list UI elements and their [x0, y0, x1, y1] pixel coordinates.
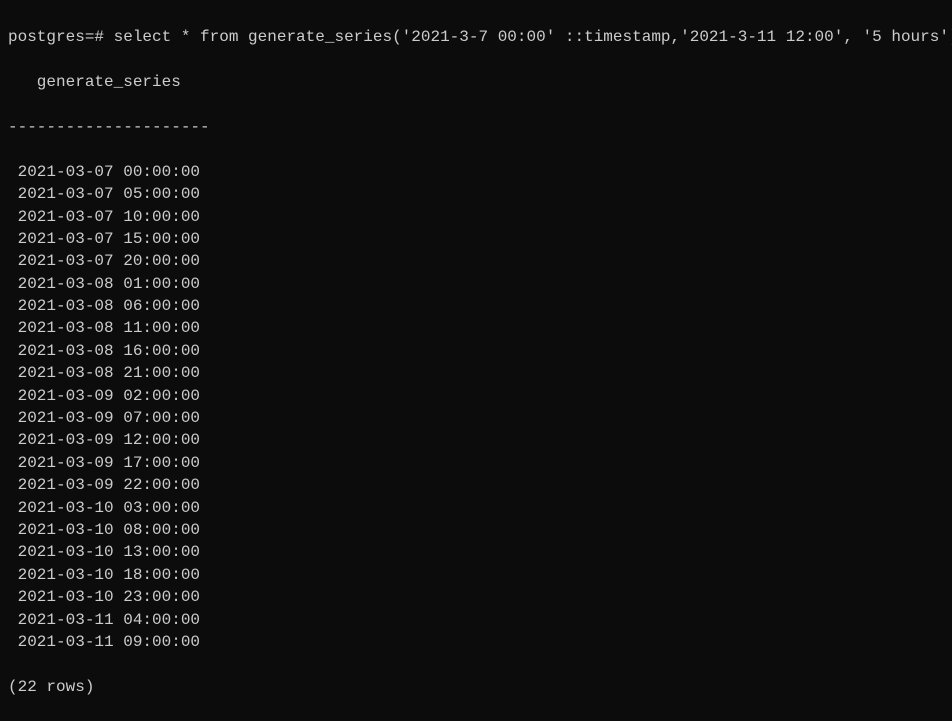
result-row: 2021-03-08 21:00:00	[8, 362, 944, 384]
command-line: postgres=# select * from generate_series…	[8, 26, 944, 48]
result-row: 2021-03-10 23:00:00	[8, 586, 944, 608]
prompt: postgres=#	[8, 28, 114, 46]
result-row: 2021-03-11 09:00:00	[8, 631, 944, 653]
result-row: 2021-03-09 02:00:00	[8, 385, 944, 407]
separator: ---------------------	[8, 116, 944, 138]
result-row: 2021-03-07 10:00:00	[8, 206, 944, 228]
result-row: 2021-03-10 13:00:00	[8, 541, 944, 563]
row-count: (22 rows)	[8, 676, 944, 698]
result-row: 2021-03-09 17:00:00	[8, 452, 944, 474]
result-row: 2021-03-09 22:00:00	[8, 474, 944, 496]
result-row: 2021-03-09 07:00:00	[8, 407, 944, 429]
result-row: 2021-03-08 01:00:00	[8, 273, 944, 295]
result-row: 2021-03-08 06:00:00	[8, 295, 944, 317]
result-row: 2021-03-07 05:00:00	[8, 183, 944, 205]
terminal-output[interactable]: postgres=# select * from generate_series…	[8, 4, 944, 721]
result-row: 2021-03-10 03:00:00	[8, 497, 944, 519]
sql-command: select * from generate_series('2021-3-7 …	[114, 28, 952, 46]
result-row: 2021-03-07 00:00:00	[8, 161, 944, 183]
result-row: 2021-03-07 15:00:00	[8, 228, 944, 250]
result-row: 2021-03-08 16:00:00	[8, 340, 944, 362]
result-row: 2021-03-08 11:00:00	[8, 317, 944, 339]
column-header: generate_series	[8, 71, 944, 93]
result-row: 2021-03-10 08:00:00	[8, 519, 944, 541]
result-row: 2021-03-11 04:00:00	[8, 609, 944, 631]
result-row: 2021-03-10 18:00:00	[8, 564, 944, 586]
result-row: 2021-03-07 20:00:00	[8, 250, 944, 272]
result-rows: 2021-03-07 00:00:00 2021-03-07 05:00:00 …	[8, 161, 944, 654]
result-row: 2021-03-09 12:00:00	[8, 429, 944, 451]
